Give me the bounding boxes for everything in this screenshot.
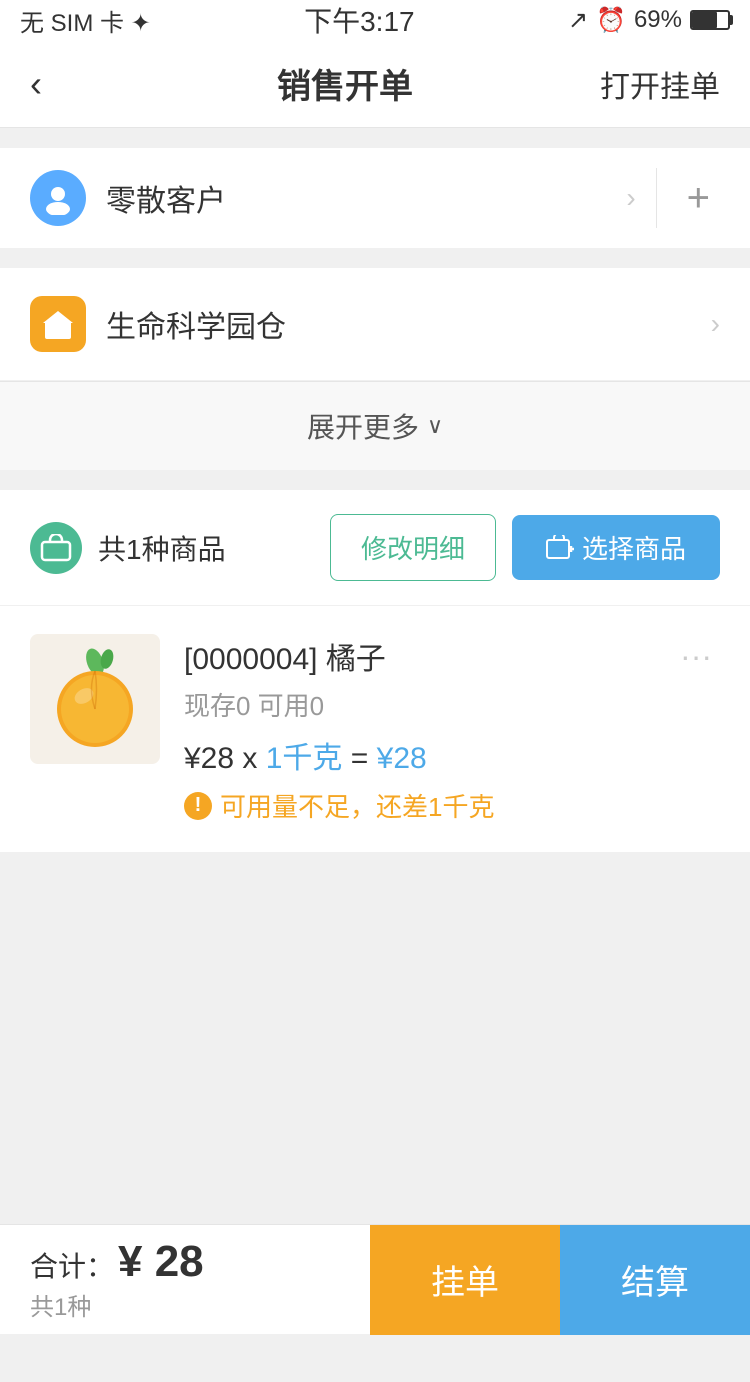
product-more-button[interactable]: ··· — [672, 634, 720, 679]
warehouse-icon — [30, 296, 86, 352]
open-pending-button[interactable]: 打开挂单 — [600, 62, 720, 106]
nav-bar: ‹ 销售开单 打开挂单 — [0, 40, 750, 128]
separator-3 — [0, 470, 750, 490]
customer-section: 零散客户 › + — [0, 148, 750, 248]
footer-total: 合计： ¥ 28 共1种 — [0, 1237, 370, 1322]
checkout-button[interactable]: 结算 — [560, 1225, 750, 1335]
status-time: 下午3:17 — [304, 0, 415, 40]
back-button[interactable]: ‹ — [30, 63, 90, 105]
total-amount: ¥ 28 — [118, 1237, 204, 1287]
chevron-down-icon: ∨ — [427, 413, 443, 439]
separator-1 — [0, 128, 750, 148]
price-multiply: x — [242, 742, 265, 775]
product-details: [0000004] 橘子 ··· 现存0 可用0 ¥28 x 1千克 = ¥28… — [184, 634, 720, 824]
product-name: [0000004] 橘子 — [184, 634, 386, 678]
customer-left: 零散客户 › — [30, 170, 636, 226]
status-right: ↗ ⏰ 69% — [568, 6, 730, 35]
suspend-button[interactable]: 挂单 — [370, 1225, 560, 1335]
select-product-button[interactable]: 选择商品 — [512, 515, 720, 580]
product-image — [30, 634, 160, 764]
product-price: ¥28 x 1千克 = ¥28 — [184, 733, 720, 777]
total-label: 合计： — [30, 1245, 114, 1285]
sim-signal: 无 SIM 卡 ✦ — [20, 3, 151, 38]
warning-icon: ! — [184, 792, 212, 820]
customer-avatar — [30, 170, 86, 226]
price-total: ¥28 — [377, 742, 427, 775]
row-divider — [656, 168, 657, 228]
warehouse-arrow-icon: › — [711, 308, 720, 340]
separator-2 — [0, 248, 750, 268]
warehouse-row[interactable]: 生命科学园仓 › — [0, 268, 750, 381]
customer-arrow-icon: › — [626, 182, 635, 214]
price-qty: 1千克 — [266, 742, 343, 775]
price-equals: = — [351, 742, 377, 775]
status-bar: 无 SIM 卡 ✦ 下午3:17 ↗ ⏰ 69% — [0, 0, 750, 40]
customer-name: 零散客户 — [106, 176, 626, 220]
product-header: 共1种商品 修改明细 选择商品 — [0, 490, 750, 606]
total-sub: 共1种 — [30, 1287, 340, 1322]
product-count-icon — [30, 522, 82, 574]
battery-percent: 69% — [634, 6, 682, 34]
expand-more-label: 展开更多 — [307, 406, 419, 446]
warning-text: 可用量不足，还差1千克 — [220, 787, 494, 824]
product-warning: ! 可用量不足，还差1千克 — [184, 787, 720, 824]
warehouse-name: 生命科学园仓 — [106, 302, 711, 346]
location-icon: ↗ — [568, 6, 588, 35]
select-product-label: 选择商品 — [582, 529, 686, 566]
edit-details-button[interactable]: 修改明细 — [330, 514, 496, 581]
add-customer-button[interactable]: + — [677, 176, 720, 221]
battery-icon — [690, 10, 730, 30]
alarm-icon: ⏰ — [596, 6, 626, 35]
page-title: 销售开单 — [277, 59, 413, 108]
expand-more-button[interactable]: 展开更多 ∨ — [0, 381, 750, 470]
status-left: 无 SIM 卡 ✦ — [20, 3, 151, 38]
product-item: [0000004] 橘子 ··· 现存0 可用0 ¥28 x 1千克 = ¥28… — [0, 606, 750, 852]
price-unit-amount: ¥28 — [184, 742, 234, 775]
footer: 合计： ¥ 28 共1种 挂单 结算 — [0, 1224, 750, 1334]
customer-row[interactable]: 零散客户 › + — [0, 148, 750, 248]
warehouse-section: 生命科学园仓 › 展开更多 ∨ — [0, 268, 750, 470]
product-stock: 现存0 可用0 — [184, 686, 720, 723]
product-count-text: 共1种商品 — [98, 528, 330, 568]
